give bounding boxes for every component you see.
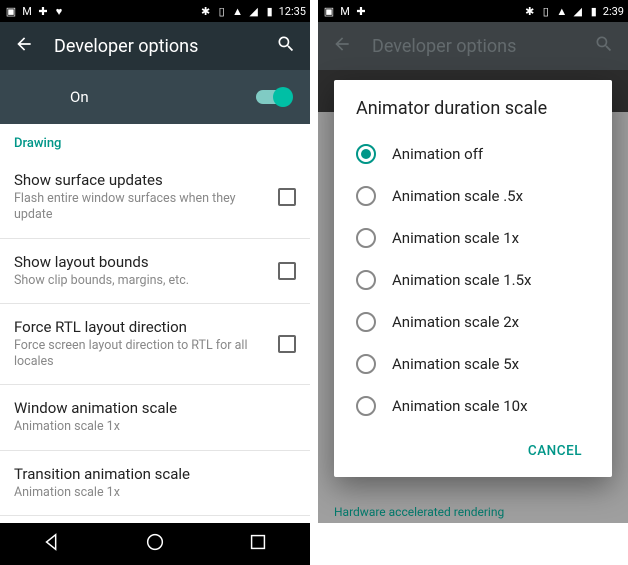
radio-option[interactable]: Animation scale 5x bbox=[356, 343, 590, 385]
gmail-icon: M bbox=[338, 4, 352, 18]
item-subtitle: Show clip bounds, margins, etc. bbox=[14, 273, 268, 289]
item-subtitle: Animation scale 1x bbox=[14, 419, 286, 435]
toggle-label: On bbox=[70, 88, 89, 106]
nav-home[interactable] bbox=[144, 531, 166, 557]
radio-icon bbox=[356, 270, 376, 290]
radio-icon bbox=[356, 354, 376, 374]
item-title: Show surface updates bbox=[14, 171, 268, 189]
item-title: Transition animation scale bbox=[14, 465, 286, 483]
phone-right: ▣ M ✚ ✱ ▯ ▲ ◢ ▮ 2:39 Developer options S… bbox=[318, 0, 628, 565]
notification-icon: ▣ bbox=[4, 4, 18, 18]
clock: 2:39 bbox=[603, 5, 624, 18]
radio-option[interactable]: Animation scale .5x bbox=[356, 175, 590, 217]
notification-icon: ▣ bbox=[322, 4, 336, 18]
dialog-title: Animator duration scale bbox=[356, 98, 590, 119]
battery-icon: ▮ bbox=[587, 4, 601, 18]
radio-icon bbox=[356, 228, 376, 248]
heart-icon: ♥ bbox=[52, 4, 66, 18]
nav-recent[interactable] bbox=[247, 531, 269, 557]
bluetooth-icon: ✱ bbox=[523, 4, 537, 18]
status-bar: ▣ M ✚ ✱ ▯ ▲ ◢ ▮ 2:39 bbox=[318, 0, 628, 22]
bluetooth-icon: ✱ bbox=[199, 4, 213, 18]
cancel-button[interactable]: CANCEL bbox=[520, 433, 590, 469]
clock: 12:35 bbox=[279, 5, 306, 18]
gplus-icon: ✚ bbox=[36, 4, 50, 18]
back-button[interactable] bbox=[14, 34, 34, 58]
settings-item[interactable]: Animator duration scale bbox=[0, 516, 310, 523]
item-subtitle: Animation scale 1x bbox=[14, 485, 286, 501]
wifi-icon: ▲ bbox=[555, 4, 569, 18]
radio-label: Animation scale 10x bbox=[392, 397, 528, 415]
radio-option[interactable]: Animation off bbox=[356, 133, 590, 175]
signal-icon: ◢ bbox=[571, 4, 585, 18]
battery-icon: ▮ bbox=[263, 4, 277, 18]
gplus-icon: ✚ bbox=[354, 4, 368, 18]
radio-label: Animation scale 5x bbox=[392, 355, 519, 373]
settings-list[interactable]: Drawing Show surface updates Flash entire… bbox=[0, 124, 310, 523]
radio-option[interactable]: Animation scale 1x bbox=[356, 217, 590, 259]
radio-label: Animation scale .5x bbox=[392, 187, 523, 205]
settings-item[interactable]: Show layout bounds Show clip bounds, marg… bbox=[0, 239, 310, 304]
section-header: Drawing bbox=[0, 124, 310, 157]
nav-back[interactable] bbox=[41, 531, 63, 557]
wifi-icon: ▲ bbox=[231, 4, 245, 18]
radio-icon bbox=[356, 186, 376, 206]
item-title: Window animation scale bbox=[14, 399, 286, 417]
animator-duration-dialog: Animator duration scale Animation off Ani… bbox=[334, 80, 612, 477]
settings-item[interactable]: Show surface updates Flash entire window … bbox=[0, 157, 310, 239]
settings-item[interactable]: Force RTL layout direction Force screen l… bbox=[0, 304, 310, 386]
master-toggle-row[interactable]: On bbox=[0, 70, 310, 124]
checkbox[interactable] bbox=[278, 335, 296, 353]
gmail-icon: M bbox=[20, 4, 34, 18]
item-title: Show layout bounds bbox=[14, 253, 268, 271]
item-title: Force RTL layout direction bbox=[14, 318, 268, 336]
radio-option[interactable]: Animation scale 1.5x bbox=[356, 259, 590, 301]
nav-bar bbox=[0, 523, 310, 565]
app-bar: Developer options bbox=[0, 22, 310, 70]
settings-item[interactable]: Window animation scale Animation scale 1x bbox=[0, 385, 310, 450]
radio-label: Animation scale 1x bbox=[392, 229, 519, 247]
radio-option[interactable]: Animation scale 10x bbox=[356, 385, 590, 427]
radio-icon bbox=[356, 312, 376, 332]
status-bar: ▣ M ✚ ♥ ✱ ▯ ▲ ◢ ▮ 12:35 bbox=[0, 0, 310, 22]
vibrate-icon: ▯ bbox=[215, 4, 229, 18]
item-subtitle: Flash entire window surfaces when they u… bbox=[14, 191, 268, 224]
radio-label: Animation off bbox=[392, 145, 483, 163]
search-button[interactable] bbox=[276, 34, 296, 58]
settings-item[interactable]: Transition animation scale Animation scal… bbox=[0, 451, 310, 516]
item-subtitle: Force screen layout direction to RTL for… bbox=[14, 338, 268, 371]
toggle-switch[interactable] bbox=[256, 90, 290, 104]
phone-left: ▣ M ✚ ♥ ✱ ▯ ▲ ◢ ▮ 12:35 Developer option… bbox=[0, 0, 310, 565]
radio-option[interactable]: Animation scale 2x bbox=[356, 301, 590, 343]
page-title: Developer options bbox=[54, 36, 256, 57]
radio-label: Animation scale 2x bbox=[392, 313, 519, 331]
checkbox[interactable] bbox=[278, 262, 296, 280]
bg-section-header: Hardware accelerated rendering bbox=[334, 505, 504, 519]
vibrate-icon: ▯ bbox=[539, 4, 553, 18]
radio-icon bbox=[356, 396, 376, 416]
checkbox[interactable] bbox=[278, 188, 296, 206]
radio-icon bbox=[356, 144, 376, 164]
signal-icon: ◢ bbox=[247, 4, 261, 18]
radio-label: Animation scale 1.5x bbox=[392, 271, 531, 289]
